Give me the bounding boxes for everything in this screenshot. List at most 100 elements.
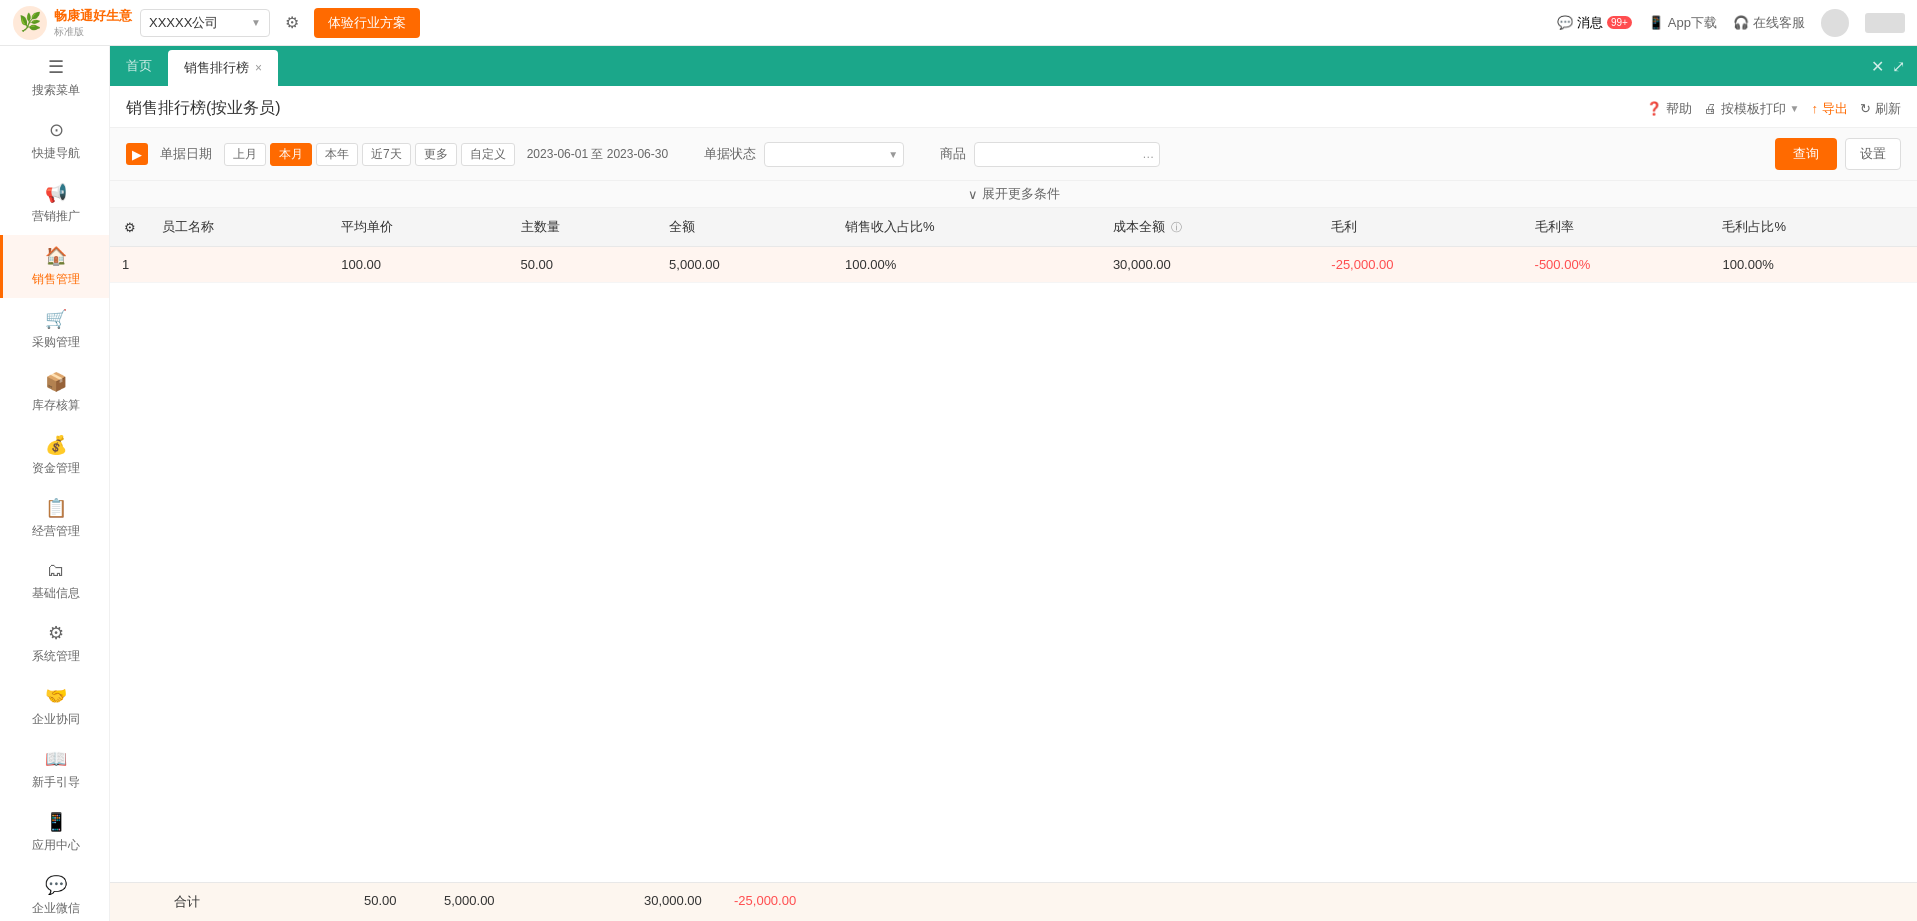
sidebar-label: 营销推广 (32, 208, 80, 225)
col-profit-ratio: 毛利占比% (1710, 208, 1917, 247)
footer-sales-ratio-cell (522, 893, 632, 911)
finance-icon: 💰 (45, 434, 67, 456)
date-custom-btn[interactable]: 自定义 (461, 143, 515, 166)
footer-cost: 30,000.00 (632, 893, 722, 911)
sidebar-label: 新手引导 (32, 774, 80, 791)
chevron-down-icon: ▼ (251, 17, 261, 28)
query-action-area: 查询 设置 (1775, 138, 1901, 170)
expand-window-icon[interactable]: ⤢ (1892, 57, 1905, 76)
online-service-btn[interactable]: 🎧 在线客服 (1733, 14, 1805, 32)
active-tab-label: 销售排行榜 (184, 59, 249, 77)
sidebar-item-guide[interactable]: 📖 新手引导 (0, 738, 109, 801)
sidebar-item-operations[interactable]: 📋 经营管理 (0, 487, 109, 550)
inventory-icon: 📦 (45, 371, 67, 393)
expand-more-btn[interactable]: ∨ 展开更多条件 (968, 185, 1060, 203)
col-amount: 全额 (657, 208, 833, 247)
status-select[interactable] (764, 142, 904, 167)
settings-icon[interactable]: ⚙ (278, 9, 306, 37)
date-last-month-btn[interactable]: 上月 (224, 143, 266, 166)
sidebar-item-finance[interactable]: 💰 资金管理 (0, 424, 109, 487)
col-settings: ⚙ (110, 208, 150, 247)
date-last-7-days-btn[interactable]: 近7天 (362, 143, 411, 166)
table-header-row: ⚙ 员工名称 平均单价 主数量 全额 销售收入占比% 成本全额 ⓘ 毛利 毛利率… (110, 208, 1917, 247)
sidebar-label: 采购管理 (32, 334, 80, 351)
filter-toggle-btn[interactable]: ▶ (126, 143, 148, 165)
footer-qty: 50.00 (352, 893, 432, 911)
logo-title: 畅康通好生意 (54, 7, 132, 25)
expand-bar: ∨ 展开更多条件 (110, 181, 1917, 208)
cell-rank: 1 (110, 247, 150, 283)
col-cost: 成本全额 ⓘ (1101, 208, 1319, 247)
sidebar-item-enterprise[interactable]: 🤝 企业协同 (0, 675, 109, 738)
col-profit: 毛利 (1319, 208, 1522, 247)
main-layout: ☰ 搜索菜单 ⊙ 快捷导航 📢 营销推广 🏠 销售管理 🛒 采购管理 📦 库存核… (0, 46, 1917, 921)
marketing-icon: 📢 (45, 182, 67, 204)
sidebar-item-app-center[interactable]: 📱 应用中心 (0, 801, 109, 864)
cell-cost: 30,000.00 (1101, 247, 1319, 283)
goods-input[interactable] (974, 142, 1160, 167)
refresh-btn[interactable]: ↻ 刷新 (1860, 100, 1901, 118)
cell-profit-ratio: 100.00% (1710, 247, 1917, 283)
print-icon: 🖨 (1704, 101, 1717, 116)
sidebar-label: 销售管理 (32, 271, 80, 288)
export-label: 导出 (1822, 100, 1848, 118)
template-print-btn[interactable]: 🖨 按模板打印 ▼ (1704, 100, 1800, 118)
tab-sales-rank[interactable]: 销售排行榜 × (168, 50, 278, 86)
user-name[interactable] (1865, 13, 1905, 33)
online-service-label: 在线客服 (1753, 14, 1805, 32)
sidebar-item-purchase[interactable]: 🛒 采购管理 (0, 298, 109, 361)
sidebar-item-inventory[interactable]: 📦 库存核算 (0, 361, 109, 424)
home-tab-label: 首页 (126, 57, 152, 75)
page-title: 销售排行榜(按业务员) (126, 98, 281, 119)
tab-home[interactable]: 首页 (110, 46, 168, 86)
sidebar-item-sales[interactable]: 🏠 销售管理 (0, 235, 109, 298)
close-window-icon[interactable]: ✕ (1871, 57, 1884, 76)
sidebar-label: 快捷导航 (32, 145, 80, 162)
message-badge: 99+ (1607, 16, 1632, 29)
date-current-year-btn[interactable]: 本年 (316, 143, 358, 166)
sales-icon: 🏠 (45, 245, 67, 267)
message-area[interactable]: 💬 消息 99+ (1557, 14, 1632, 32)
trial-button[interactable]: 体验行业方案 (314, 8, 420, 38)
app-download-label: App下载 (1668, 14, 1717, 32)
logo-icon: 🌿 (12, 5, 48, 41)
sidebar-item-wechat[interactable]: 💬 企业微信 (0, 864, 109, 921)
query-button[interactable]: 查询 (1775, 138, 1837, 170)
page-header: 销售排行榜(按业务员) ❓ 帮助 🖨 按模板打印 ▼ ↑ 导出 (110, 86, 1917, 128)
goods-filter-wrapper: 商品 … (940, 142, 1160, 167)
message-icon: 💬 (1557, 15, 1573, 30)
sidebar-item-marketing[interactable]: 📢 营销推广 (0, 172, 109, 235)
goods-more-icon: … (1142, 147, 1154, 161)
sidebar-item-search-order[interactable]: ☰ 搜索菜单 (0, 46, 109, 109)
help-btn[interactable]: ❓ 帮助 (1646, 100, 1692, 118)
company-selector[interactable]: XXXXX公司 ▼ (140, 9, 270, 37)
col-employee: 员工名称 (150, 208, 329, 247)
table-row: 1 100.00 50.00 5,000.00 100.00% 30,000.0… (110, 247, 1917, 283)
avatar[interactable] (1821, 9, 1849, 37)
sidebar-item-basic-info[interactable]: 🗂 基础信息 (0, 550, 109, 612)
app-download-btn[interactable]: 📱 App下载 (1648, 14, 1717, 32)
guide-icon: 📖 (45, 748, 67, 770)
page-content: 销售排行榜(按业务员) ❓ 帮助 🖨 按模板打印 ▼ ↑ 导出 (110, 86, 1917, 921)
sidebar-label: 库存核算 (32, 397, 80, 414)
date-current-month-btn[interactable]: 本月 (270, 143, 312, 166)
sidebar-label: 企业微信 (32, 900, 80, 917)
footer-settings-cell (122, 893, 162, 911)
filter-row-1: ▶ 单据日期 上月 本月 本年 近7天 更多 自定义 2023-06-01 至 … (126, 138, 1901, 170)
table-wrapper: ⚙ 员工名称 平均单价 主数量 全额 销售收入占比% 成本全额 ⓘ 毛利 毛利率… (110, 208, 1917, 882)
sidebar-label: 搜索菜单 (32, 82, 80, 99)
column-settings-icon[interactable]: ⚙ (124, 220, 136, 235)
cost-info-icon[interactable]: ⓘ (1171, 221, 1182, 233)
company-name: XXXXX公司 (149, 14, 247, 32)
sidebar-item-system[interactable]: ⚙ 系统管理 (0, 612, 109, 675)
date-more-btn[interactable]: 更多 (415, 143, 457, 166)
chevron-down-expand-icon: ∨ (968, 187, 978, 202)
status-label: 单据状态 (704, 145, 756, 163)
question-icon: ❓ (1646, 101, 1662, 116)
sidebar-item-quick-nav[interactable]: ⊙ 快捷导航 (0, 109, 109, 172)
tab-close-icon[interactable]: × (255, 61, 262, 75)
settings-button[interactable]: 设置 (1845, 138, 1901, 170)
export-btn[interactable]: ↑ 导出 (1812, 100, 1849, 118)
sidebar-label: 应用中心 (32, 837, 80, 854)
cell-qty: 50.00 (509, 247, 658, 283)
